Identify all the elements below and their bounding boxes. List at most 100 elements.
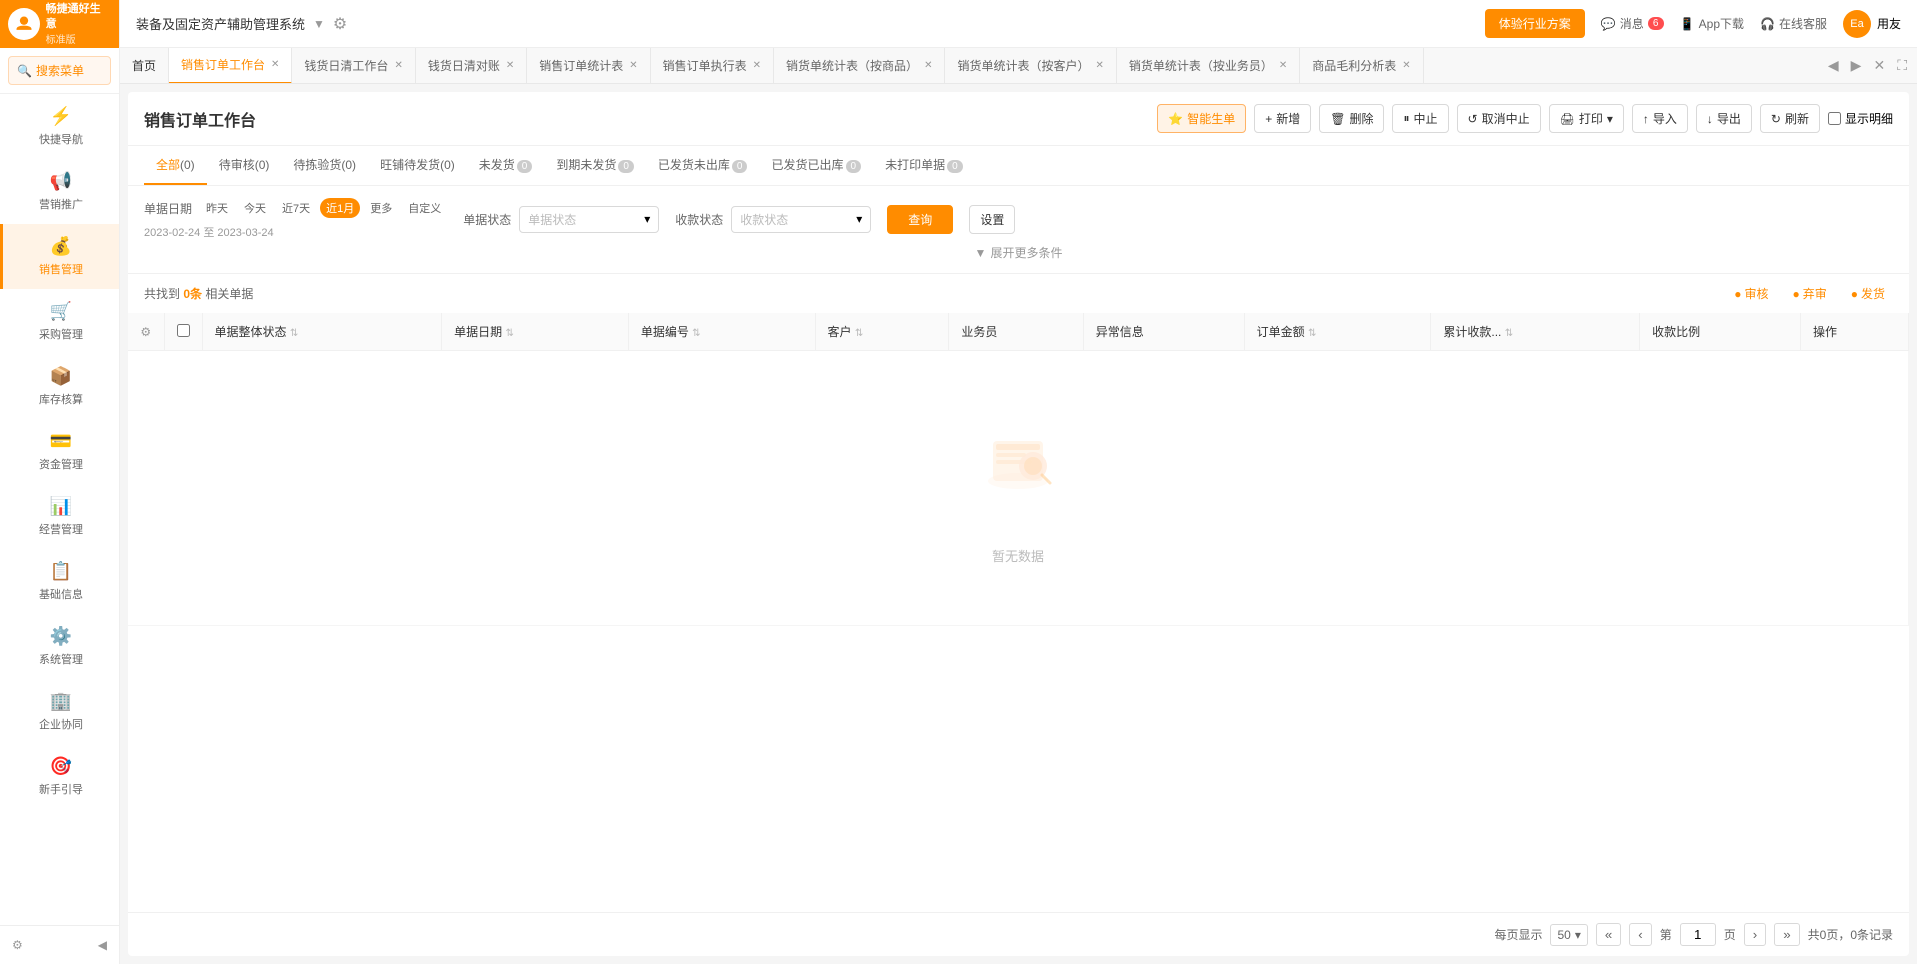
tab-next-button[interactable]: ▶ [1845,53,1868,78]
tab-maximize-button[interactable]: ⛶ [1891,53,1913,78]
tab-sales-by-staff[interactable]: 销货单统计表（按业务员） ✕ [1117,48,1300,84]
tab-close-icon[interactable]: ✕ [1279,60,1287,71]
sort-icon[interactable]: ⇅ [290,328,298,339]
tab-gross-profit[interactable]: 商品毛利分析表 ✕ [1300,48,1423,84]
status-select[interactable]: 单据状态 ▾ [519,206,659,233]
sort-icon[interactable]: ⇅ [1308,328,1316,339]
header-settings-icon[interactable]: ⚙ [333,14,347,34]
tab-close-icon[interactable]: ✕ [753,60,761,71]
tab-prev-button[interactable]: ◀ [1822,53,1845,78]
export-btn[interactable]: ↓ 导出 [1696,104,1752,133]
tab-cash-daily-workbench[interactable]: 钱货日清工作台 ✕ [292,48,415,84]
reject-btn[interactable]: ● 弃审 [1784,282,1834,305]
col-number: 单据编号 ⇅ [628,313,815,351]
date-btn-more[interactable]: 更多 [364,198,398,218]
date-btn-today[interactable]: 今天 [238,198,272,218]
tab-home[interactable]: 首页 [120,48,169,84]
date-btn-custom[interactable]: 自定义 [402,198,447,218]
last-page-btn[interactable]: » [1774,923,1799,946]
online-service-btn[interactable]: 🎧 在线客服 [1760,15,1827,32]
show-detail-checkbox[interactable] [1828,112,1841,125]
sub-tab-wangpu-ship[interactable]: 旺铺待发货(0) [368,146,467,185]
top-header: 装备及固定资产辅助管理系统 ▼ ⚙ 体验行业方案 💬 消息 6 📱 App下载 … [120,0,1917,48]
audit-btn[interactable]: ● 审核 [1726,282,1776,305]
tab-sales-stats[interactable]: 销售订单统计表 ✕ [527,48,650,84]
quick-nav-icon: ⚡ [50,106,72,127]
message-btn[interactable]: 💬 消息 6 [1601,15,1664,32]
select-all-cell[interactable] [164,313,202,351]
date-btn-yesterday[interactable]: 昨天 [200,198,234,218]
tab-sales-order-workbench[interactable]: 销售订单工作台 ✕ [169,48,292,84]
tab-sales-by-product[interactable]: 销货单统计表（按商品） ✕ [774,48,945,84]
refresh-btn[interactable]: ↻ 刷新 [1760,104,1820,133]
sub-tab-overdue-not-shipped[interactable]: 到期未发货0 [544,146,646,185]
tab-close-icon[interactable]: ✕ [924,60,932,71]
sub-tab-shipped-out[interactable]: 已发货已出库0 [759,146,873,185]
settings-bottom-button[interactable]: ⚙ [8,934,27,956]
tab-close-icon[interactable]: ✕ [394,60,402,71]
select-all-checkbox[interactable] [177,324,190,337]
sub-tab-all[interactable]: 全部(0) [144,146,207,185]
print-btn[interactable]: 🖨 打印 ▾ [1549,104,1624,133]
sub-tab-pending-inspect[interactable]: 待拣验货(0) [281,146,368,185]
first-page-btn[interactable]: « [1596,923,1621,946]
sidebar-item-sales[interactable]: 💰 销售管理 [0,224,119,289]
tab-close-all-button[interactable]: ✕ [1867,53,1891,78]
query-btn[interactable]: 查询 [887,205,953,234]
search-icon: 🔍 [17,64,32,78]
user-area[interactable]: Ea 用友 [1843,10,1901,38]
sidebar-item-guide[interactable]: 🎯 新手引导 [0,744,119,809]
import-btn[interactable]: ↑ 导入 [1632,104,1688,133]
dropdown-arrow-icon[interactable]: ▼ [313,17,325,31]
tab-close-icon[interactable]: ✕ [271,59,279,70]
experience-btn[interactable]: 体验行业方案 [1485,9,1585,38]
new-btn[interactable]: + 新增 [1254,104,1311,133]
sort-icon[interactable]: ⇅ [1505,328,1513,339]
sub-tab-not-printed[interactable]: 未打印单据0 [873,146,975,185]
tab-close-icon[interactable]: ✕ [1095,60,1103,71]
collapse-button[interactable]: ◀ [94,934,111,956]
sort-icon[interactable]: ⇅ [505,328,513,339]
next-page-btn[interactable]: › [1744,923,1766,946]
tab-close-icon[interactable]: ✕ [1402,60,1410,71]
sidebar-item-marketing[interactable]: 📢 营销推广 [0,159,119,224]
column-settings[interactable]: ⚙ [128,313,164,351]
filter-area: 单据日期 昨天 今天 近7天 近1月 更多 自定义 2023-02-24 至 2… [128,186,1909,274]
pause-btn[interactable]: ⏸ 中止 [1392,104,1448,133]
sort-icon[interactable]: ⇅ [855,328,863,339]
filter-settings-btn[interactable]: 设置 [969,205,1015,234]
sort-icon[interactable]: ⇅ [692,328,700,339]
per-page-select[interactable]: 50 ▾ [1550,924,1587,946]
tab-sales-exec[interactable]: 销售订单执行表 ✕ [651,48,774,84]
tab-close-icon[interactable]: ✕ [506,60,514,71]
sub-tab-pending-review[interactable]: 待审核(0) [207,146,282,185]
sidebar-item-inventory[interactable]: 📦 库存核算 [0,354,119,419]
sidebar-item-operations[interactable]: 📊 经营管理 [0,484,119,549]
delete-icon: 🗑 [1330,112,1345,126]
show-detail-label[interactable]: 显示明细 [1828,110,1893,127]
date-btn-7days[interactable]: 近7天 [276,198,316,218]
sidebar-item-purchase[interactable]: 🛒 采购管理 [0,289,119,354]
sidebar-item-quick-nav[interactable]: ⚡ 快捷导航 [0,94,119,159]
sidebar-item-finance[interactable]: 💳 资金管理 [0,419,119,484]
expand-more-btn[interactable]: ▼ 展开更多条件 [144,244,1893,261]
tab-close-icon[interactable]: ✕ [629,60,637,71]
prev-page-btn[interactable]: ‹ [1629,923,1651,946]
app-download-btn[interactable]: 📱 App下载 [1680,15,1744,32]
page-input[interactable] [1680,923,1716,946]
ship-btn[interactable]: ● 发货 [1843,282,1893,305]
sidebar-item-base-info[interactable]: 📋 基础信息 [0,549,119,614]
tab-cash-reconciliation[interactable]: 钱货日清对账 ✕ [416,48,527,84]
date-btn-1month[interactable]: 近1月 [320,198,360,218]
sub-tab-shipped-not-out[interactable]: 已发货未出库0 [646,146,760,185]
search-menu-button[interactable]: 🔍 搜索菜单 [8,56,111,85]
delete-btn[interactable]: 🗑 删除 [1319,104,1384,133]
ai-generate-btn[interactable]: ⭐ 智能生单 [1157,104,1246,133]
sidebar-item-system[interactable]: ⚙️ 系统管理 [0,614,119,679]
tab-sales-by-customer[interactable]: 销货单统计表（按客户） ✕ [945,48,1116,84]
sub-tab-not-shipped[interactable]: 未发货0 [467,146,545,185]
cancel-pause-btn[interactable]: ↺ 取消中止 [1457,104,1541,133]
col-amount: 订单金额 ⇅ [1244,313,1431,351]
sidebar-item-enterprise[interactable]: 🏢 企业协同 [0,679,119,744]
payment-select[interactable]: 收款状态 ▾ [731,206,871,233]
